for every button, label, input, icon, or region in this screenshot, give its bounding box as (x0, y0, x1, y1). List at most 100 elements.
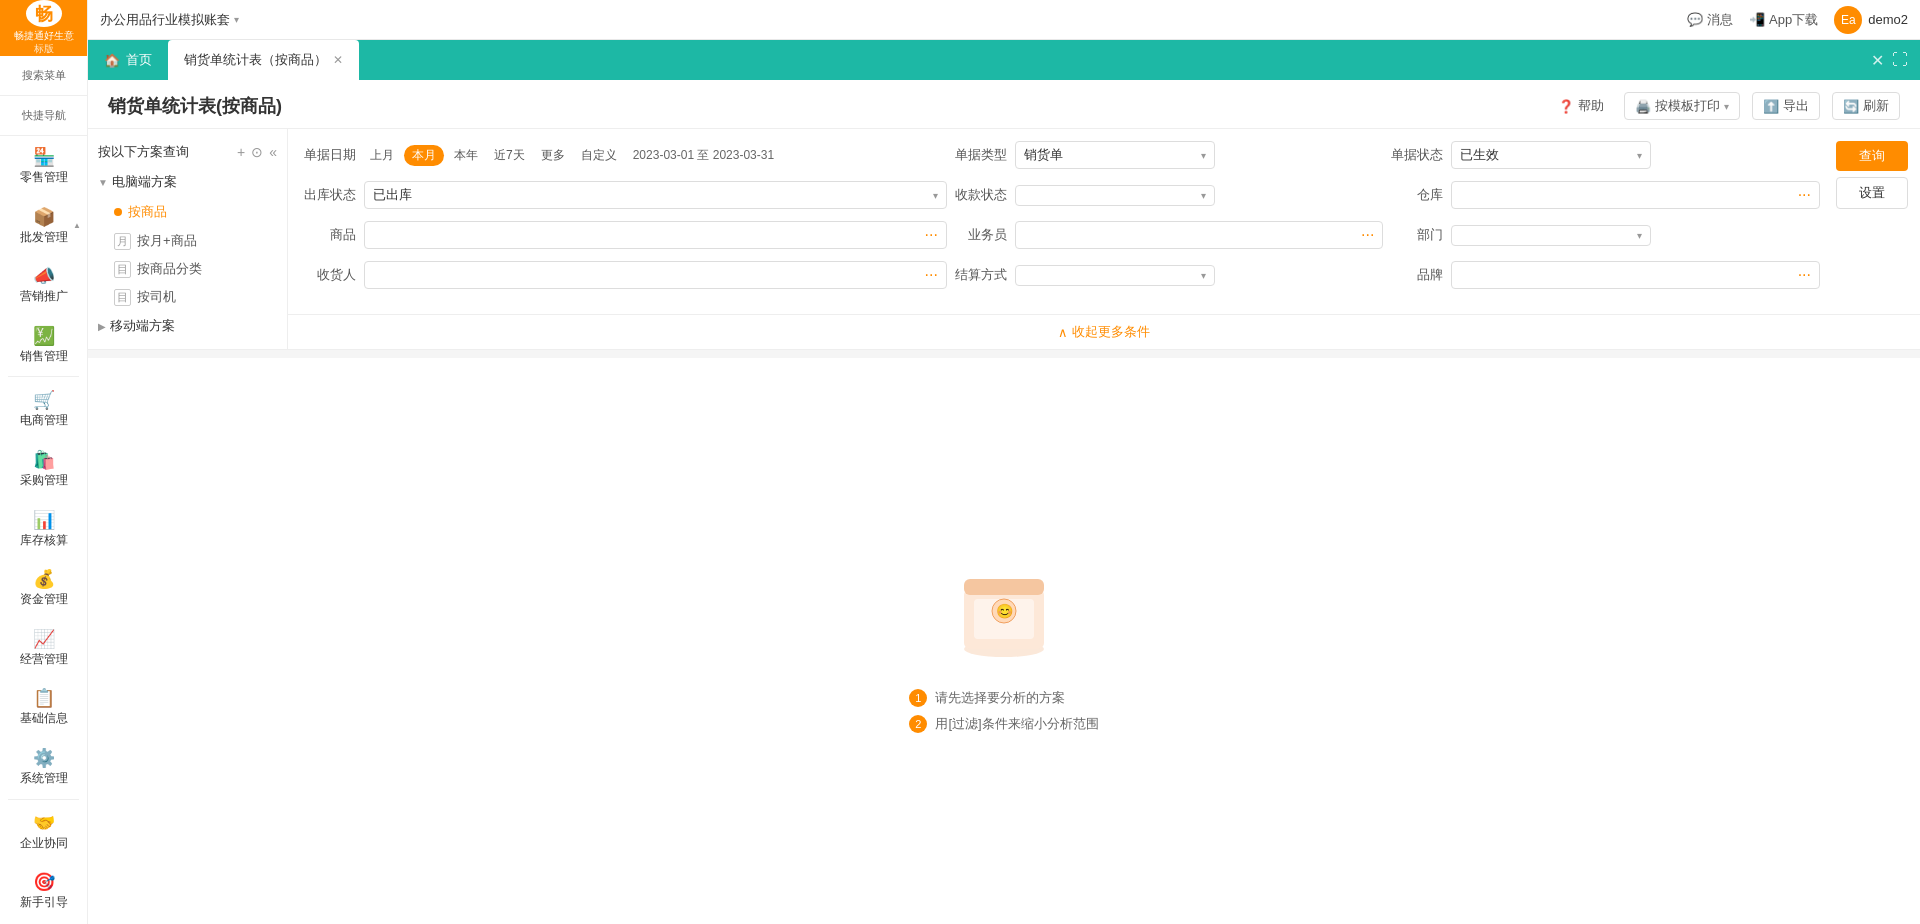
sidebar-item-base[interactable]: 📋 基础信息 (0, 677, 87, 737)
sidebar-item-inventory[interactable]: 📊 库存核算 (0, 499, 87, 559)
collapse-label: 收起更多条件 (1072, 323, 1150, 341)
filter-product-input[interactable]: ··· (364, 221, 947, 249)
refresh-button[interactable]: 🔄 刷新 (1832, 92, 1900, 120)
sidebar: 畅 畅捷通好生意 标版 搜索菜单 快捷导航 🏪 零售管理 📦 批发管理 📣 营销… (0, 0, 88, 924)
sidebar-item-finance-label: 资金管理 (20, 592, 68, 608)
filter-date-label: 单据日期 (304, 146, 356, 164)
scheme-item-by-product[interactable]: 按商品 (88, 197, 287, 227)
tab-sales-stats-label: 销货单统计表（按商品） (184, 51, 327, 69)
scheme-add-button[interactable]: + (237, 144, 245, 160)
sidebar-item-system[interactable]: ⚙️ 系统管理 (0, 737, 87, 797)
scheme-group-mobile-header[interactable]: ▶ 移动端方案 (88, 311, 287, 341)
scheme-settings-button[interactable]: ⊙ (251, 144, 263, 160)
sidebar-item-wholesale[interactable]: 📦 批发管理 (0, 196, 87, 256)
filter-panel: 按以下方案查询 + ⊙ « ▼ 电脑端方案 按商品 (88, 129, 1920, 350)
help-button[interactable]: ❓ 帮助 (1550, 93, 1612, 119)
scheme-active-dot (114, 208, 122, 216)
filter-receiptstatus-select[interactable]: ▾ (1015, 185, 1215, 206)
sidebar-item-base-label: 基础信息 (20, 711, 68, 727)
scheme-item-by-product-month-label: 按月+商品 (137, 232, 197, 250)
sidebar-item-enterprise-label: 企业协同 (20, 836, 68, 852)
system-icon: ⚙️ (33, 747, 55, 769)
filter-recipient-dots-icon: ··· (925, 266, 938, 284)
scheme-item-by-company[interactable]: 目 按司机 (88, 283, 287, 311)
filter-salesperson-input[interactable]: ··· (1015, 221, 1384, 249)
page-title: 销货单统计表(按商品) (108, 94, 282, 118)
tab-close-button[interactable]: ✕ (333, 53, 343, 67)
filter-outstatus-select[interactable]: 已出库 ▾ (364, 181, 947, 209)
app-logo-text: 畅捷通好生意 (14, 29, 74, 42)
sidebar-item-enterprise[interactable]: 🤝 企业协同 (0, 802, 87, 862)
filter-dept-label: 部门 (1391, 226, 1443, 244)
sidebar-item-inventory-label: 库存核算 (20, 533, 68, 549)
refresh-label: 刷新 (1863, 97, 1889, 115)
sidebar-item-retail-label: 零售管理 (20, 170, 68, 186)
sidebar-item-marketing[interactable]: 📣 营销推广 (0, 255, 87, 315)
date-tab-more[interactable]: 更多 (535, 145, 571, 166)
filter-warehouse-input[interactable]: ··· (1451, 181, 1820, 209)
app-download-button[interactable]: 📲 App下载 (1749, 11, 1818, 29)
filter-field-brand: 品牌 ··· (1391, 261, 1820, 289)
enterprise-icon: 🤝 (33, 812, 55, 834)
main-area: 办公用品行业模拟账套 ▾ 💬 消息 📲 App下载 Ea demo2 🏠 首页 … (88, 0, 1920, 924)
filter-collapse-button[interactable]: ∧ 收起更多条件 (288, 314, 1920, 349)
tab-home[interactable]: 🏠 首页 (88, 40, 168, 80)
date-tab-custom[interactable]: 自定义 (575, 145, 623, 166)
topbar: 办公用品行业模拟账套 ▾ 💬 消息 📲 App下载 Ea demo2 (88, 0, 1920, 40)
filter-brand-input[interactable]: ··· (1451, 261, 1820, 289)
help-icon: ❓ (1558, 99, 1574, 114)
date-tab-7days[interactable]: 近7天 (488, 145, 531, 166)
scheme-item-by-category[interactable]: 目 按商品分类 (88, 255, 287, 283)
scheme-collapse-button[interactable]: « (269, 144, 277, 160)
filter-docstatus-select[interactable]: 已生效 ▾ (1451, 141, 1651, 169)
sidebar-search-item[interactable]: 搜索菜单 (0, 56, 87, 96)
sidebar-item-ecommerce[interactable]: 🛒 电商管理 (0, 379, 87, 439)
date-tab-thisyear[interactable]: 本年 (448, 145, 484, 166)
collapse-icon: ∧ (1058, 325, 1068, 340)
sidebar-quicknav-item[interactable]: 快捷导航 (0, 96, 87, 136)
filter-product-label: 商品 (304, 226, 356, 244)
filter-field-doctype: 单据类型 销货单 ▾ (955, 141, 1384, 169)
user-menu[interactable]: Ea demo2 (1834, 6, 1908, 34)
sidebar-item-purchase[interactable]: 🛍️ 采购管理 (0, 439, 87, 499)
export-button[interactable]: ⬆️ 导出 (1752, 92, 1820, 120)
sidebar-item-operation[interactable]: 📈 经营管理 (0, 618, 87, 678)
scheme-group-desktop-header[interactable]: ▼ 电脑端方案 (88, 167, 287, 197)
sidebar-item-retail[interactable]: 🏪 零售管理 (0, 136, 87, 196)
window-expand-button[interactable]: ⛶ (1892, 51, 1908, 69)
filter-dept-select[interactable]: ▾ (1451, 225, 1651, 246)
filter-form-area: 单据日期 上月 本月 本年 近7天 更多 自定义 (288, 129, 1920, 314)
sidebar-item-system-label: 系统管理 (20, 771, 68, 787)
app-logo-subtext: 标版 (34, 42, 54, 56)
filter-docstatus-arrow-icon: ▾ (1637, 150, 1642, 161)
filter-docstatus-label: 单据状态 (1391, 146, 1443, 164)
window-close-button[interactable]: ✕ (1871, 51, 1884, 70)
query-button[interactable]: 查询 (1836, 141, 1908, 171)
date-tab-lastmonth[interactable]: 上月 (364, 145, 400, 166)
empty-step-1: 1 请先选择要分析的方案 (909, 689, 1098, 707)
app-download-label: App下载 (1769, 11, 1818, 29)
filter-settlement-select[interactable]: ▾ (1015, 265, 1215, 286)
scheme-header: 按以下方案查询 + ⊙ « (88, 137, 287, 167)
filter-row-2: 出库状态 已出库 ▾ 收款状态 (304, 181, 1820, 209)
sidebar-item-sales[interactable]: 💹 销售管理 (0, 315, 87, 375)
filter-row-3: 商品 ··· 业务员 ··· (304, 221, 1820, 249)
settings-button[interactable]: 设置 (1836, 177, 1908, 209)
message-button[interactable]: 💬 消息 (1687, 11, 1733, 29)
print-button[interactable]: 🖨️ 按模板打印 ▾ (1624, 92, 1740, 120)
filter-recipient-input[interactable]: ··· (364, 261, 947, 289)
tab-sales-stats[interactable]: 销货单统计表（按商品） ✕ (168, 40, 359, 80)
sidebar-item-finance[interactable]: 💰 资金管理 (0, 558, 87, 618)
app-logo[interactable]: 畅 畅捷通好生意 标版 (0, 0, 87, 56)
sidebar-item-newguide[interactable]: 🎯 新手引导 (0, 861, 87, 921)
filter-doctype-select[interactable]: 销货单 ▾ (1015, 141, 1215, 169)
newguide-icon: 🎯 (33, 871, 55, 893)
date-tab-thismonth[interactable]: 本月 (404, 145, 444, 166)
download-icon: 📲 (1749, 12, 1765, 27)
scheme-item-by-company-label: 按司机 (137, 288, 176, 306)
industry-selector[interactable]: 办公用品行业模拟账套 ▾ (100, 11, 239, 29)
filter-field-dept: 部门 ▾ (1391, 225, 1820, 246)
empty-state: 😊 1 请先选择要分析的方案 2 用[过滤]条件来缩小分析范围 (88, 358, 1920, 924)
scheme-item-by-product-month[interactable]: 月 按月+商品 (88, 227, 287, 255)
filter-doctype-label: 单据类型 (955, 146, 1007, 164)
